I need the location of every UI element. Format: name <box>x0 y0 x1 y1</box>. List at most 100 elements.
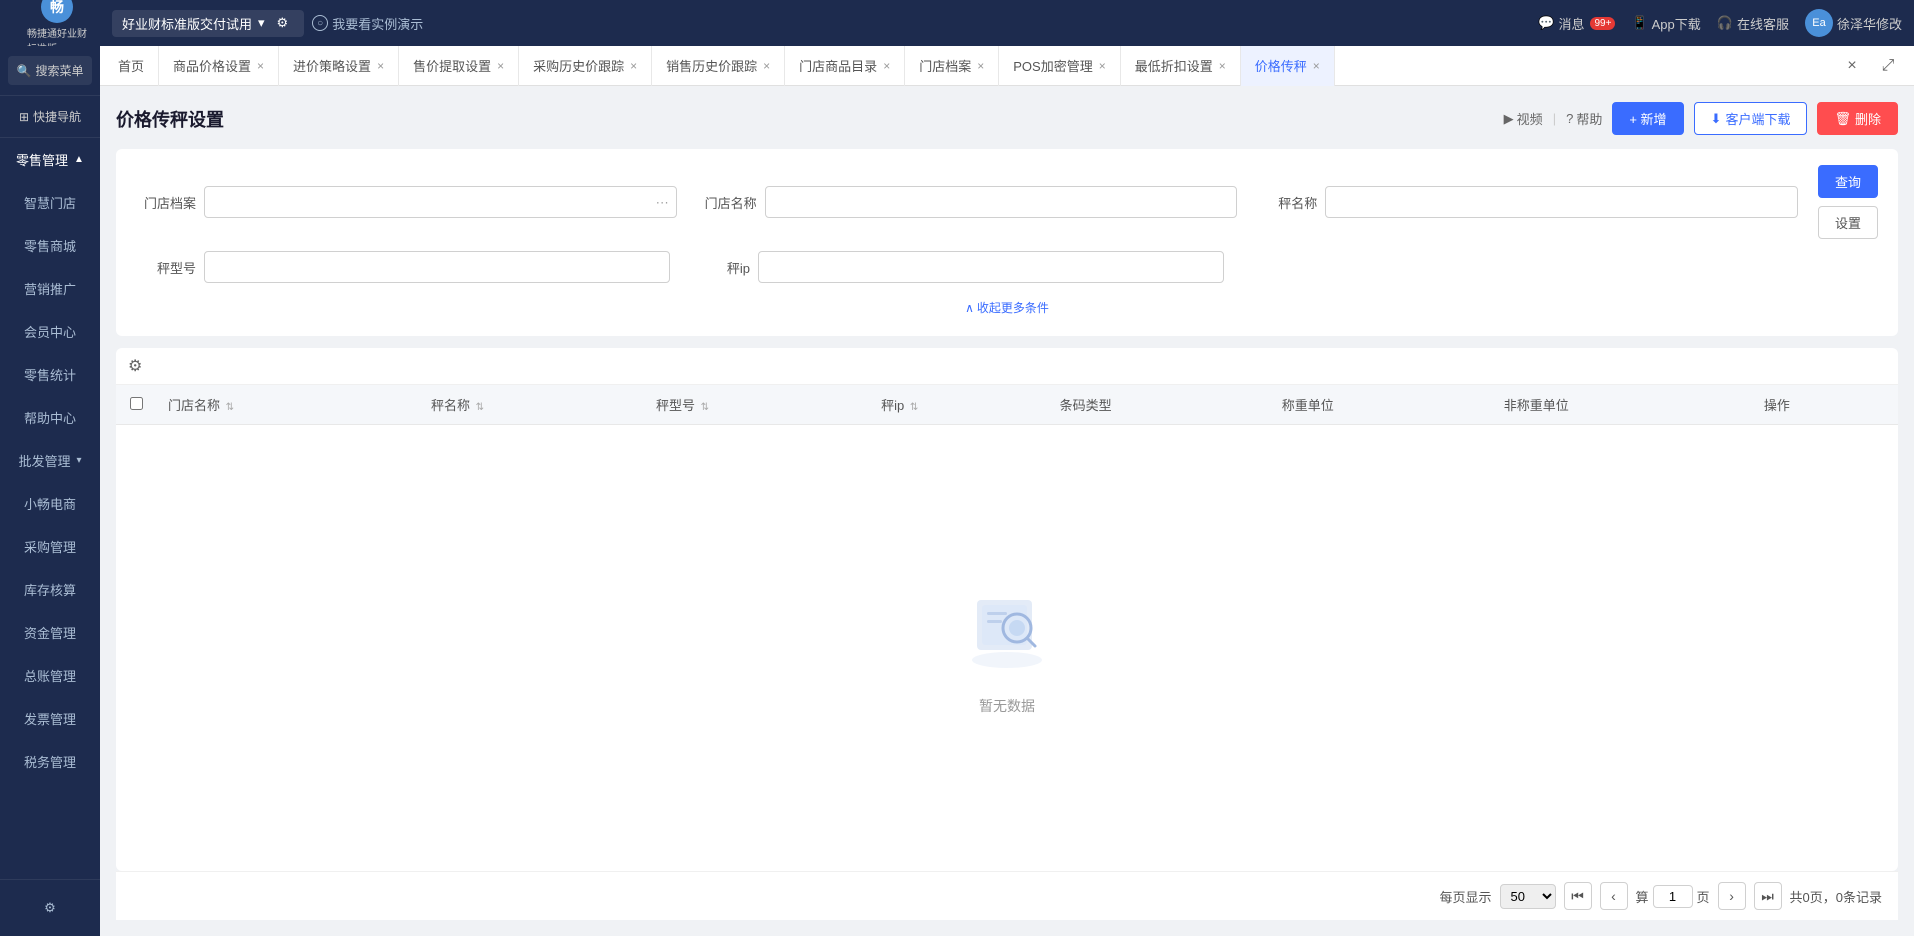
last-page-btn[interactable]: ⏭ <box>1754 882 1782 910</box>
sidebar-item-wholesale[interactable]: 批发管理 ▾ <box>0 439 100 482</box>
sidebar-settings-btn[interactable]: ⚙ <box>0 890 100 926</box>
tab-min-discount[interactable]: 最低折扣设置 × <box>1121 46 1241 86</box>
store-archive-label: 门店档案 <box>136 193 196 212</box>
store-archive-input[interactable] <box>204 186 677 218</box>
scale-ip-input[interactable] <box>758 251 1224 283</box>
tab-price-scale-close[interactable]: × <box>1313 60 1320 72</box>
sort-scale-name-icon[interactable]: ⇅ <box>476 402 484 413</box>
per-page-label: 每页显示 <box>1439 887 1491 906</box>
tab-purchase-strategy-close[interactable]: × <box>377 60 384 72</box>
tab-store-catalog-close[interactable]: × <box>883 60 890 72</box>
sidebar-item-smart-store[interactable]: 智慧门店 <box>0 181 100 224</box>
gear-icon: ⚙ <box>44 900 56 916</box>
tab-sales-history-close[interactable]: × <box>763 60 770 72</box>
sidebar-item-marketing[interactable]: 营销推广 <box>0 267 100 310</box>
table-settings-icon[interactable]: ⚙ <box>128 356 142 376</box>
user-name: 徐泽华修改 <box>1837 14 1902 33</box>
online-service-btn[interactable]: 🎧 在线客服 <box>1717 14 1789 33</box>
quick-nav-icon: ⊞ <box>19 110 29 124</box>
sidebar-item-ledger[interactable]: 总账管理 <box>0 654 100 697</box>
tab-sale-price-close[interactable]: × <box>497 60 504 72</box>
select-all-checkbox[interactable] <box>130 397 143 410</box>
tab-home[interactable]: 首页 <box>104 46 159 86</box>
search-btn[interactable]: 查询 <box>1818 165 1878 198</box>
download-btn[interactable]: ⬇ 客户端下载 <box>1694 102 1808 135</box>
page-input-wrapper: 算 页 <box>1636 885 1710 908</box>
sidebar-item-purchase[interactable]: 采购管理 <box>0 525 100 568</box>
table-header: 门店名称 ⇅ 秤名称 ⇅ 秤型号 ⇅ <box>116 385 1898 425</box>
search-menu-btn[interactable]: 🔍 搜索菜单 <box>8 56 92 85</box>
tab-pos-manage-close[interactable]: × <box>1099 60 1106 72</box>
form-row-2: 秤型号 秤ip <box>136 251 1878 283</box>
settings-icon[interactable]: ⚙ <box>277 15 289 31</box>
app-download-btn[interactable]: 📱 App下载 <box>1631 14 1700 33</box>
avatar: Ea <box>1805 9 1833 37</box>
trash-icon: 🗑 <box>1834 111 1851 127</box>
tab-store-archive-close[interactable]: × <box>977 60 984 72</box>
th-weight-unit: 称重单位 <box>1270 385 1492 425</box>
quick-nav-btn[interactable]: ⊞ 快捷导航 <box>0 102 100 131</box>
sidebar-item-retail[interactable]: 零售管理 ▲ <box>0 138 100 181</box>
empty-state: 暂无数据 <box>116 425 1898 871</box>
ellipsis-icon[interactable]: ··· <box>656 195 669 210</box>
pagination: 每页显示 20 50 100 ⏮ ‹ 算 页 › ⏭ 共0页，0条 <box>116 871 1898 920</box>
prev-page-btn[interactable]: ‹ <box>1600 882 1628 910</box>
sidebar-item-finance[interactable]: 资金管理 <box>0 611 100 654</box>
search-icon: 🔍 <box>17 64 32 78</box>
sort-scale-model-icon[interactable]: ⇅ <box>701 402 709 413</box>
tab-min-discount-close[interactable]: × <box>1219 60 1226 72</box>
tab-sale-price[interactable]: 售价提取设置 × <box>399 46 519 86</box>
tab-purchase-strategy[interactable]: 进价策略设置 × <box>279 46 399 86</box>
version-selector[interactable]: 好业财标准版交付试用 ▾ ⚙ <box>112 10 304 37</box>
delete-btn[interactable]: 🗑 删除 <box>1817 102 1898 135</box>
sidebar-item-retail-mall[interactable]: 零售商城 <box>0 224 100 267</box>
per-page-select[interactable]: 20 50 100 <box>1500 884 1556 909</box>
tab-price-setting[interactable]: 商品价格设置 × <box>159 46 279 86</box>
sort-store-name-icon[interactable]: ⇅ <box>226 402 234 413</box>
sidebar-member-label: 会员中心 <box>24 322 76 341</box>
tab-price-setting-close[interactable]: × <box>257 60 264 72</box>
sort-scale-ip-icon[interactable]: ⇅ <box>910 402 918 413</box>
store-name-input[interactable] <box>765 186 1238 218</box>
tab-store-archive[interactable]: 门店档案 × <box>905 46 999 86</box>
demo-link[interactable]: ○ 我要看实例演示 <box>312 14 423 33</box>
collapse-btn[interactable]: ∧ 收起更多条件 <box>965 299 1049 316</box>
th-scale-name: 秤名称 ⇅ <box>419 385 644 425</box>
tab-close-all-btn[interactable]: × <box>1838 52 1866 80</box>
video-link[interactable]: ▶ 视频 <box>1504 109 1543 128</box>
set-btn[interactable]: 设置 <box>1818 206 1878 239</box>
form-row-1: 门店档案 ··· 门店名称 秤名称 <box>136 165 1878 239</box>
tab-price-scale[interactable]: 价格传秤 × <box>1241 46 1335 86</box>
next-page-btn[interactable]: › <box>1718 882 1746 910</box>
sidebar-item-inventory[interactable]: 库存核算 <box>0 568 100 611</box>
search-btn-label: 查询 <box>1835 172 1861 191</box>
sidebar-item-member[interactable]: 会员中心 <box>0 310 100 353</box>
th-scale-model: 秤型号 ⇅ <box>644 385 869 425</box>
search-form: 门店档案 ··· 门店名称 秤名称 <box>116 149 1898 336</box>
sidebar: 🔍 搜索菜单 ⊞ 快捷导航 零售管理 ▲ 智慧门店 零售商城 <box>0 46 100 936</box>
help-link[interactable]: ? 帮助 <box>1566 109 1602 128</box>
first-page-btn[interactable]: ⏮ <box>1564 882 1592 910</box>
sidebar-item-invoice[interactable]: 发票管理 <box>0 697 100 740</box>
tab-store-catalog[interactable]: 门店商品目录 × <box>785 46 905 86</box>
page-unit-pre: 算 <box>1636 887 1649 906</box>
tab-purchase-history-close[interactable]: × <box>630 60 637 72</box>
tab-pos-manage[interactable]: POS加密管理 × <box>999 46 1120 86</box>
tab-expand-btn[interactable]: ⤢ <box>1874 52 1902 80</box>
sidebar-item-help[interactable]: 帮助中心 <box>0 396 100 439</box>
user-profile-btn[interactable]: Ea 徐泽华修改 <box>1805 9 1902 37</box>
sidebar-item-tax[interactable]: 税务管理 <box>0 740 100 783</box>
scale-ip-label: 秤ip <box>690 258 750 277</box>
scale-name-input[interactable] <box>1325 186 1798 218</box>
page-actions: ▶ 视频 | ? 帮助 + 新增 ⬇ 客户端下载 <box>1504 102 1898 135</box>
tab-purchase-history[interactable]: 采购历史价跟踪 × <box>519 46 652 86</box>
th-scale-ip-label: 秤ip <box>881 398 904 413</box>
page-input[interactable] <box>1653 885 1693 908</box>
top-bar-right: 💬 消息 99+ 📱 App下载 🎧 在线客服 Ea 徐泽华修改 <box>1538 9 1902 37</box>
tab-sales-history[interactable]: 销售历史价跟踪 × <box>652 46 785 86</box>
add-btn[interactable]: + 新增 <box>1612 102 1683 135</box>
scale-model-input[interactable] <box>204 251 670 283</box>
message-btn[interactable]: 💬 消息 99+ <box>1538 14 1615 33</box>
sidebar-item-retail-stats[interactable]: 零售统计 <box>0 353 100 396</box>
sidebar-item-xiaochang[interactable]: 小畅电商 <box>0 482 100 525</box>
